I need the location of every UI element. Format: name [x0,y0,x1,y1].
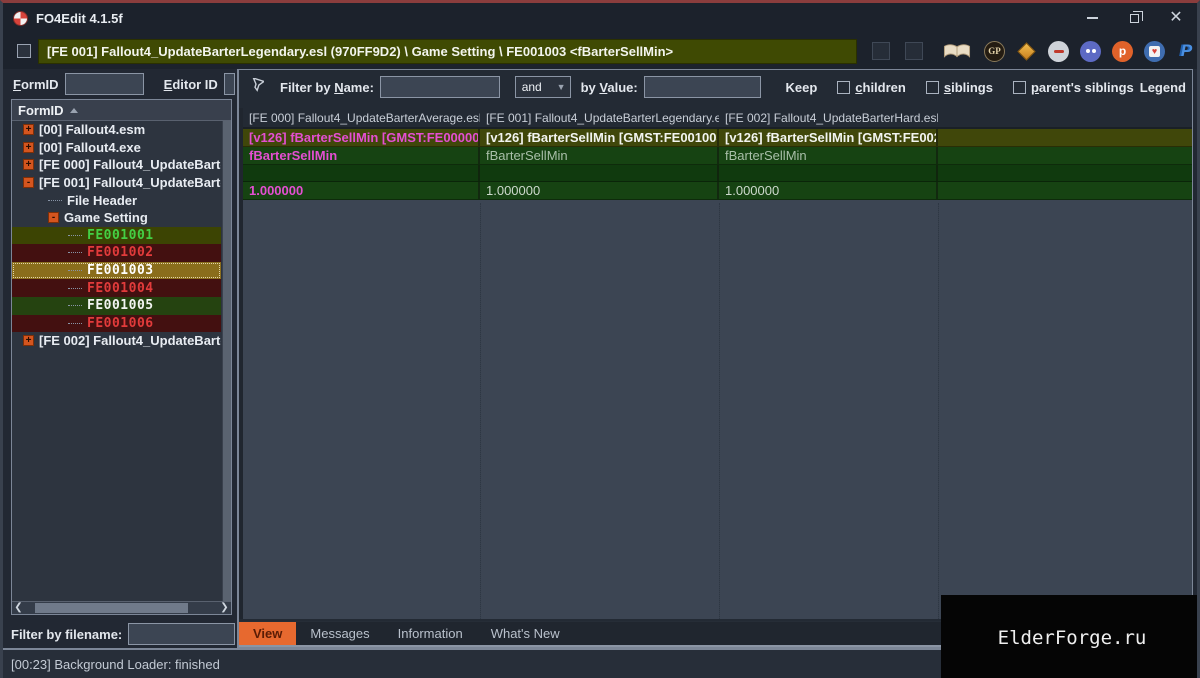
book-icon[interactable] [941,41,973,62]
table-header-row: [FE 000] Fallout4_UpdateBarterAverage.es… [243,108,1192,129]
chevron-down-icon: ▼ [556,82,566,92]
collapse-minus-icon[interactable]: - [48,212,59,224]
legend-button[interactable]: Legend [1140,80,1186,95]
lips-shape [1053,49,1064,53]
filename-filter-input[interactable] [128,623,235,645]
formid-input[interactable] [64,73,144,95]
expand-plus-icon[interactable]: + [23,335,34,347]
tree-item-fe001[interactable]: -[FE 001] Fallout4_UpdateBarterLe... [12,174,221,192]
nav-back-button[interactable] [872,42,890,60]
mask-icon[interactable] [1048,40,1069,62]
filename-filter-row: Filter by filename: [11,621,235,647]
filter-by-name-label: Filter by Name: [280,79,374,95]
nav-forward-button[interactable] [905,42,923,60]
tree-item-fe001005[interactable]: FE001005 [12,296,221,315]
sort-ascending-icon [69,107,78,113]
keep-parents-siblings-label: parent's siblings [1030,79,1134,95]
nexus-diamond [1017,41,1036,61]
filter-operator-select[interactable]: and ▼ [514,76,571,98]
scroll-right-icon[interactable]: ❯ [218,602,231,614]
keep-children-checkbox[interactable] [837,80,851,94]
tree-item-fallout4-esm[interactable]: + [00] Fallout4.esm [12,121,221,139]
app-icon [13,10,28,26]
tree-item-file-header[interactable]: File Header [12,191,221,209]
window-title: FO4Edit 4.1.5f [36,10,123,26]
filter-value-input[interactable] [643,76,762,98]
keep-label: Keep [785,79,818,95]
editorid-label: Editor ID [163,76,218,92]
tree-item-fallout4-exe[interactable]: + [00] Fallout4.exe [12,139,221,157]
tree-item-fe001004[interactable]: FE001004 [12,279,221,297]
expand-plus-icon[interactable]: + [23,124,34,136]
record-view-pane: Filter by Name: and ▼ by Value: Keep chil… [237,69,1193,648]
tab-whats-new[interactable]: What's New [477,622,574,645]
tree-header-formid[interactable]: FormID [12,100,231,121]
watermark-text: ElderForge.ru [997,627,1147,649]
filename-filter-label: Filter by filename: [11,626,123,642]
minimize-button[interactable] [1071,3,1113,33]
navigation-tree: FormID + [00] Fallout4.esm + [00] Fallout4… [11,99,232,615]
watermark-overlay: ElderForge.ru [941,595,1197,678]
tab-view[interactable]: View [239,622,297,645]
keep-children-label: children [855,79,906,95]
tree-vertical-scrollbar[interactable] [222,121,231,601]
toolbar: [FE 001] Fallout4_UpdateBarterLegendary.… [3,33,1197,69]
close-icon: ✕ [1169,9,1183,26]
tree-item-fe001003-selected[interactable]: FE001003 [12,261,221,280]
fo4edit-window: FO4Edit 4.1.5f ✕ [FE 001] Fallout4_Updat… [0,0,1200,678]
column-divider-lines [243,203,1192,619]
column-header-fe001[interactable]: [FE 001] Fallout4_UpdateBarterLegendary.… [480,108,719,127]
editorid-input[interactable] [223,73,235,95]
minimize-icon [1086,17,1098,19]
tree-item-fe000[interactable]: +[FE 000] Fallout4_UpdateBarterA... [12,156,221,174]
tab-information[interactable]: Information [384,622,477,645]
restore-icon [1129,10,1143,23]
table-row-data-value[interactable]: 1.000000 1.000000 1.000000 [243,182,1192,200]
tree-item-fe001001[interactable]: FE001001 [12,226,221,245]
tree-horizontal-scrollbar[interactable]: ❮ ❯ [12,601,231,614]
status-text: [00:23] Background Loader: finished [11,656,220,672]
close-button[interactable]: ✕ [1155,3,1197,33]
tree-item-fe001002[interactable]: FE001002 [12,244,221,262]
column-header-fe000[interactable]: [FE 000] Fallout4_UpdateBarterAverage.es… [243,108,480,127]
expand-plus-icon[interactable]: + [23,141,34,153]
tree-item-game-setting[interactable]: - Game Setting [12,209,221,227]
table-row-separator[interactable] [243,165,1192,182]
scroll-left-icon[interactable]: ❮ [12,602,25,614]
collapse-minus-icon[interactable]: - [23,177,34,189]
expand-plus-icon[interactable]: + [23,159,34,171]
formid-label: FormID [13,76,59,92]
filter-name-input[interactable] [379,76,500,98]
tree-item-fe001006[interactable]: FE001006 [12,314,221,333]
table-row-editor-id[interactable]: fBarterSellMin fBarterSellMin fBarterSel… [243,147,1192,165]
restore-button[interactable] [1113,3,1155,33]
discord-icon[interactable] [1080,40,1101,62]
tab-messages[interactable]: Messages [296,622,383,645]
keep-parents-siblings-checkbox[interactable] [1012,80,1026,94]
gp-icon[interactable]: GP [984,40,1005,62]
paypal-icon[interactable]: P [1176,41,1197,62]
record-path-bar[interactable]: [FE 001] Fallout4_UpdateBarterLegendary.… [38,38,857,64]
title-bar: FO4Edit 4.1.5f ✕ [3,3,1197,33]
sponsor-heart-icon[interactable]: ♥ [1144,40,1165,62]
filter-row: Filter by Name: and ▼ by Value: Keep chil… [239,70,1192,104]
record-compare-table: [FE 000] Fallout4_UpdateBarterAverage.es… [239,108,1192,619]
table-row-record-header[interactable]: [v126] fBarterSellMin [GMST:FE000003] [v… [243,129,1192,147]
nexus-icon[interactable] [1016,41,1037,62]
column-header-fe002[interactable]: [FE 002] Fallout4_UpdateBarterHard.esl [719,108,938,127]
keep-siblings-label: siblings [943,79,993,95]
keep-siblings-checkbox[interactable] [925,80,939,94]
tree-item-fe002[interactable]: +[FE 002] Fallout4_UpdateBarterH... [12,332,221,350]
toolbar-checkbox[interactable] [17,44,31,58]
patreon-icon[interactable]: p [1112,40,1133,62]
filter-by-value-label: by Value: [580,79,638,95]
scrollbar-thumb[interactable] [35,603,188,613]
formid-editorid-row: FormID Editor ID [3,69,235,99]
filter-funnel-icon[interactable] [250,76,266,97]
